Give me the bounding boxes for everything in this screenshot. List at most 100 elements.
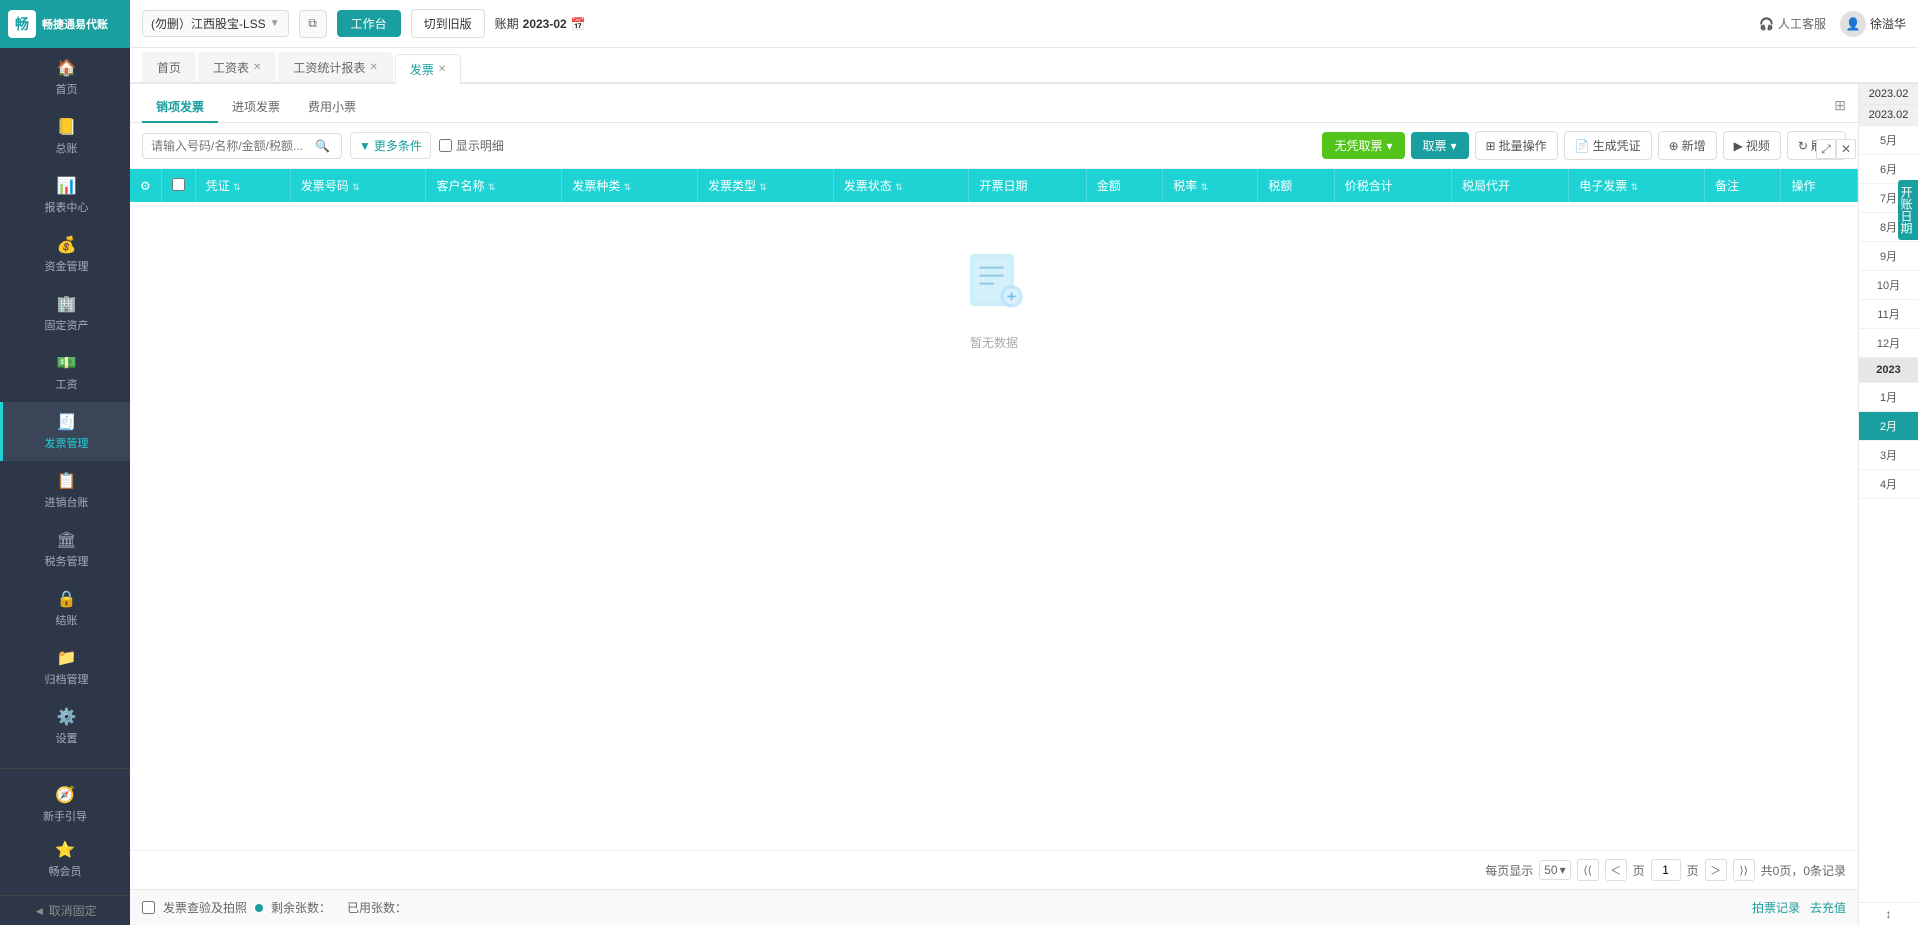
date-panel-header-1[interactable]: 2023.02 [1859, 84, 1918, 105]
sidebar-item-fixed[interactable]: 🏢 固定资产 [0, 284, 130, 343]
copy-icon[interactable]: ⧉ [299, 10, 327, 38]
archive-icon: 📁 [57, 648, 77, 668]
content-panel-row: 销项发票 进项发票 费用小票 ⊞ 🔍 [130, 84, 1918, 925]
show-detail-input[interactable] [439, 139, 452, 152]
recharge-link[interactable]: 去充值 [1810, 899, 1846, 916]
close-month-icon: 🔒 [57, 589, 77, 609]
close-tab-payroll-icon[interactable]: ✕ [253, 62, 261, 73]
get-ticket-button[interactable]: 取票 ▾ [1411, 132, 1469, 159]
col-tax: 税额 [1258, 169, 1334, 202]
workbench-button[interactable]: 工作台 [337, 10, 401, 37]
date-panel-month-4[interactable]: 4月 [1859, 470, 1918, 499]
sidebar-nav: 🏠 首页 📒 总账 📊 报表中心 💰 资金管理 🏢 固定资产 💵 工资 🧾 发票… [0, 48, 130, 768]
tab-payroll[interactable]: 工资表 ✕ [198, 52, 276, 82]
used-label: 已用张数： [347, 899, 407, 916]
sidebar-item-member[interactable]: ⭐ 畅会员 [4, 832, 126, 887]
grid-icon[interactable]: ⊞ [1834, 97, 1846, 114]
sidebar-item-archive[interactable]: 📁 归档管理 [0, 638, 130, 697]
headset-icon: 🎧 [1759, 17, 1774, 31]
maximize-date-panel-button[interactable]: ⤢ [1816, 139, 1836, 159]
generate-voucher-button[interactable]: 📄 生成凭证 [1564, 131, 1652, 160]
empty-text: 暂无数据 [970, 334, 1018, 351]
user-menu[interactable]: 👤 徐溢华 [1840, 11, 1906, 37]
sidebar-item-capital[interactable]: 💰 资金管理 [0, 225, 130, 284]
sidebar-item-payroll[interactable]: 💵 工资 [0, 343, 130, 402]
date-panel-month-1[interactable]: 1月 [1859, 383, 1918, 412]
sub-tab-expense-label: 费用小票 [308, 100, 356, 114]
sidebar-item-guide[interactable]: 🧭 新手引导 [4, 777, 126, 832]
batch-op-button[interactable]: ⊞ 批量操作 [1475, 131, 1558, 160]
sidebar-item-ledger[interactable]: 📒 总账 [0, 107, 130, 166]
invoice-verify-checkbox[interactable] [142, 901, 155, 914]
date-panel-month-10[interactable]: 10月 [1859, 271, 1918, 300]
date-panel-month-5[interactable]: 5月 [1859, 126, 1918, 155]
switch-version-button[interactable]: 切到旧版 [411, 9, 485, 38]
company-name: (勿删）江西股宝-LSS [151, 15, 266, 32]
close-date-panel-button[interactable]: ✕ [1836, 139, 1856, 159]
company-selector[interactable]: (勿删）江西股宝-LSS ▼ [142, 10, 289, 37]
capital-icon: 💰 [57, 235, 77, 255]
sidebar-collapse-button[interactable]: ◄ 取消固定 [0, 895, 130, 925]
date-panel-month-2-active[interactable]: 2月 [1859, 412, 1918, 441]
col-gear[interactable]: ⚙ [130, 169, 161, 202]
next-page-button[interactable]: ＞ [1705, 859, 1727, 881]
page-input[interactable] [1651, 859, 1681, 881]
open-date-period-button[interactable]: 开账日期 [1898, 180, 1918, 240]
sub-tab-expense-receipt[interactable]: 费用小票 [294, 92, 370, 123]
show-detail-checkbox[interactable]: 显示明细 [439, 137, 504, 154]
status-bar: 发票查验及拍照 剩余张数： 已用张数： 拍票记录 去充值 [130, 889, 1858, 925]
ticket-record-link[interactable]: 拍票记录 [1752, 899, 1800, 916]
toolbar-right: 无凭取票 ▾ 取票 ▾ ⊞ 批量操作 📄 生成凭证 [1322, 131, 1846, 160]
tab-invoice[interactable]: 发票 ✕ [395, 54, 461, 84]
prev-page-button[interactable]: ＜ [1605, 859, 1627, 881]
service-button[interactable]: 🎧 人工客服 [1759, 15, 1826, 32]
date-panel-header-2[interactable]: 2023.02 [1859, 105, 1918, 126]
sidebar-item-sales[interactable]: 📋 进销台账 [0, 461, 130, 520]
date-panel-month-3[interactable]: 3月 [1859, 441, 1918, 470]
sidebar-item-home[interactable]: 🏠 首页 [0, 48, 130, 107]
sales-icon: 📋 [57, 471, 77, 491]
video-button[interactable]: ▶ 视频 [1723, 131, 1781, 160]
date-panel-scroll-icon[interactable]: ↕ [1859, 902, 1918, 925]
show-detail-label: 显示明细 [456, 137, 504, 154]
invoice-table: ⚙ 凭证 ⇅ 发票号码 ⇅ 客户名称 ⇅ 发票种类 ⇅ 发票类型 ⇅ 发票状态 … [130, 169, 1858, 202]
new-button[interactable]: ⊕ 新增 [1658, 131, 1717, 160]
sidebar-item-invoice[interactable]: 🧾 发票管理 [0, 402, 130, 461]
date-panel-month-12[interactable]: 12月 [1859, 329, 1918, 358]
col-status: 发票状态 ⇅ [833, 169, 969, 202]
col-check[interactable] [161, 169, 195, 202]
settings-icon: ⚙️ [57, 707, 77, 727]
chevron-down-icon: ▼ [270, 18, 280, 29]
date-panel-month-11[interactable]: 11月 [1859, 300, 1918, 329]
sub-tab-sales-invoice[interactable]: 销项发票 [142, 92, 218, 123]
sidebar-item-tax[interactable]: 🏛 税务管理 [0, 520, 130, 579]
status-bar-links: 拍票记录 去充值 [1752, 899, 1846, 916]
tab-home[interactable]: 首页 [142, 52, 196, 82]
sidebar-item-close[interactable]: 🔒 结账 [0, 579, 130, 638]
user-name: 徐溢华 [1870, 15, 1906, 32]
search-input[interactable] [151, 139, 311, 153]
close-tab-payroll-report-icon[interactable]: ✕ [369, 62, 377, 73]
first-page-button[interactable]: ⟨⟨ [1577, 859, 1599, 881]
calendar-icon[interactable]: 📅 [571, 17, 586, 31]
select-all-checkbox[interactable] [172, 178, 185, 191]
per-page-value: 50 [1544, 863, 1557, 877]
no-voucher-button[interactable]: 无凭取票 ▾ [1322, 132, 1404, 159]
sub-tab-sales-label: 销项发票 [156, 100, 204, 114]
open-date-label: 开账日期 [1899, 186, 1913, 234]
empty-illustration [954, 242, 1034, 322]
period-label: 账期 [495, 15, 519, 32]
sub-tab-purchase-invoice[interactable]: 进项发票 [218, 92, 294, 123]
status-dot [255, 904, 263, 912]
sidebar-item-reports[interactable]: 📊 报表中心 [0, 166, 130, 225]
col-invoice-category: 发票类型 ⇅ [697, 169, 833, 202]
per-page-select[interactable]: 50 ▾ [1539, 860, 1570, 880]
filter-button[interactable]: ▼ 更多条件 [350, 132, 431, 159]
last-page-button[interactable]: ⟩⟩ [1733, 859, 1755, 881]
sidebar-item-settings[interactable]: ⚙️ 设置 [0, 697, 130, 756]
generate-voucher-label: 生成凭证 [1593, 137, 1641, 154]
date-panel-month-9[interactable]: 9月 [1859, 242, 1918, 271]
tab-payroll-report[interactable]: 工资统计报表 ✕ [278, 52, 392, 82]
close-tab-invoice-icon[interactable]: ✕ [438, 64, 446, 75]
filter-icon: ▼ [359, 139, 371, 153]
